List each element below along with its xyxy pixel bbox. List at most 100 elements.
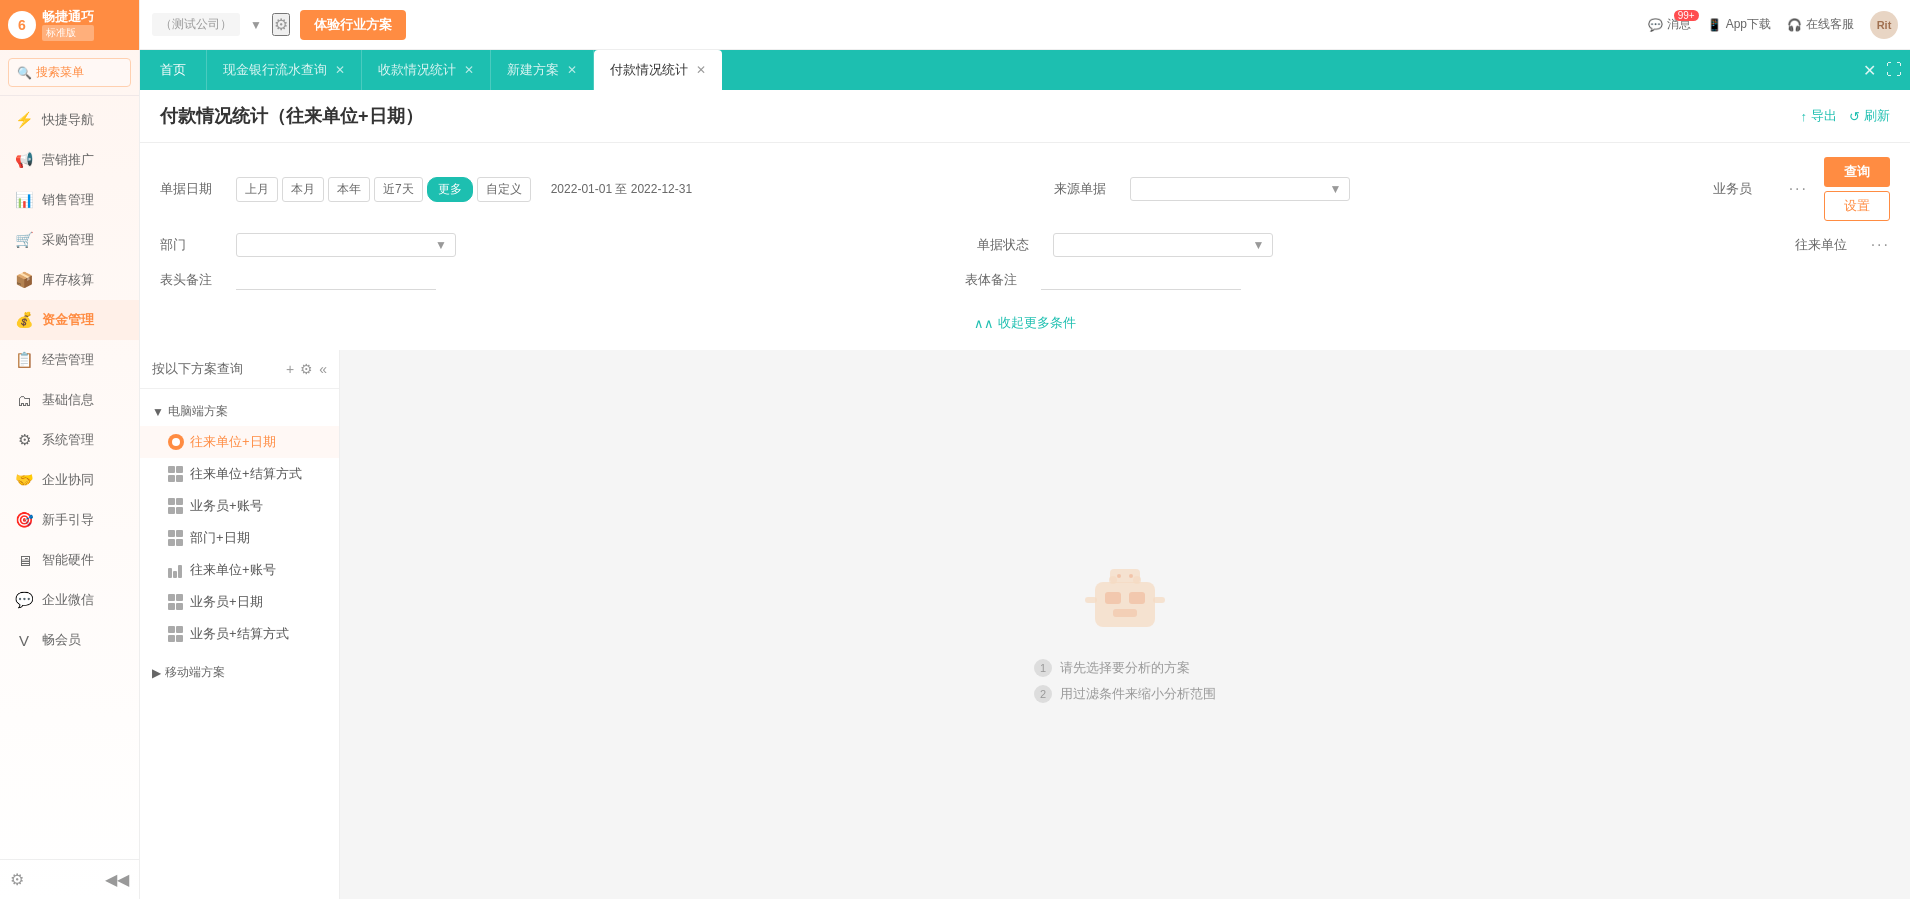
- search-icon: 🔍: [17, 66, 32, 80]
- collapse-conditions-button[interactable]: ∧∧ 收起更多条件: [974, 314, 1076, 332]
- scheme-item-partner-date[interactable]: 往来单位+日期: [140, 426, 339, 458]
- sidebar-item-quick-nav[interactable]: ⚡ 快捷导航: [0, 100, 139, 140]
- date-btn-this-month[interactable]: 本月: [282, 177, 324, 202]
- sidebar-item-marketing[interactable]: 📢 营销推广: [0, 140, 139, 180]
- partner-label: 往来单位: [1795, 236, 1855, 254]
- company-dropdown-icon[interactable]: ▼: [250, 18, 262, 32]
- date-label: 单据日期: [160, 180, 220, 198]
- tab-payment-stats-close[interactable]: ✕: [696, 63, 706, 77]
- tab-fullscreen-button[interactable]: ⛶: [1886, 61, 1902, 79]
- tab-home[interactable]: 首页: [140, 50, 207, 90]
- sidebar-item-purchase[interactable]: 🛒 采购管理: [0, 220, 139, 260]
- refresh-button[interactable]: ↺ 刷新: [1849, 107, 1890, 125]
- search-menu-button[interactable]: 🔍 搜索菜单: [8, 58, 131, 87]
- date-btn-last-7d[interactable]: 近7天: [374, 177, 423, 202]
- date-btn-this-year[interactable]: 本年: [328, 177, 370, 202]
- query-button[interactable]: 查询: [1824, 157, 1890, 187]
- body-area: 按以下方案查询 + ⚙ « ▼ 电脑端方案: [140, 350, 1910, 899]
- hint-number-1: 1: [1034, 659, 1052, 677]
- date-btn-last-month[interactable]: 上月: [236, 177, 278, 202]
- online-service-button[interactable]: 🎧 在线客服: [1787, 16, 1854, 33]
- trial-btn[interactable]: 体验行业方案: [300, 10, 406, 40]
- dept-select[interactable]: ▼: [236, 233, 456, 257]
- sidebar-settings-button[interactable]: ⚙: [10, 870, 24, 889]
- scheme-item-salesman-payment[interactable]: 业务员+结算方式: [140, 618, 339, 650]
- body-note-input[interactable]: [1041, 269, 1241, 290]
- sidebar-collapse-button[interactable]: ◀◀: [105, 870, 129, 889]
- filter-body-wrapper: 单据日期 上月 本月 本年 近7天 更多 自定义 2022-01-01 至 20…: [140, 143, 1910, 899]
- date-btn-custom[interactable]: 自定义: [477, 177, 531, 202]
- empty-state: 1 请先选择要分析的方案 2 用过滤条件来缩小分析范围: [1034, 547, 1216, 703]
- filter-section: 单据日期 上月 本月 本年 近7天 更多 自定义 2022-01-01 至 20…: [140, 143, 1910, 350]
- basic-icon: 🗂: [14, 390, 34, 410]
- scheme-desktop-title[interactable]: ▼ 电脑端方案: [140, 397, 339, 426]
- sidebar-item-basic[interactable]: 🗂 基础信息: [0, 380, 139, 420]
- tab-receipt-stats-close[interactable]: ✕: [464, 63, 474, 77]
- sidebar-item-wechat[interactable]: 💬 企业微信: [0, 580, 139, 620]
- purchase-icon: 🛒: [14, 230, 34, 250]
- svg-rect-4: [1085, 597, 1097, 603]
- company-info: （测试公司）: [152, 13, 240, 36]
- source-label: 来源单据: [1054, 180, 1114, 198]
- tab-receipt-stats[interactable]: 收款情况统计 ✕: [362, 50, 491, 90]
- phone-icon: 📱: [1707, 18, 1722, 32]
- date-btn-more[interactable]: 更多: [427, 177, 473, 202]
- export-button[interactable]: ↑ 导出: [1801, 107, 1838, 125]
- tab-payment-stats[interactable]: 付款情况统计 ✕: [594, 50, 722, 90]
- scheme-item-salesman-date[interactable]: 业务员+日期: [140, 586, 339, 618]
- partner-dots[interactable]: ···: [1871, 236, 1890, 254]
- sidebar-footer: ⚙ ◀◀: [0, 859, 139, 899]
- sidebar-item-guide[interactable]: 🎯 新手引导: [0, 500, 139, 540]
- scheme-settings-button[interactable]: ⚙: [300, 361, 313, 377]
- tab-new-plan-close[interactable]: ✕: [567, 63, 577, 77]
- scheme-collapse-button[interactable]: «: [319, 361, 327, 377]
- user-avatar[interactable]: Rit: [1870, 11, 1898, 39]
- hardware-icon: 🖥: [14, 550, 34, 570]
- scheme-panel: 按以下方案查询 + ⚙ « ▼ 电脑端方案: [140, 350, 340, 899]
- data-area: 1 请先选择要分析的方案 2 用过滤条件来缩小分析范围: [340, 350, 1910, 899]
- svg-rect-8: [1110, 569, 1140, 583]
- main-area: （测试公司） ▼ ⚙ 体验行业方案 💬 消息 99+ 📱 App下载 🎧 在线客…: [140, 0, 1910, 899]
- sidebar-nav: ⚡ 快捷导航 📢 营销推广 📊 销售管理 🛒 采购管理 📦 库存核算 💰 资金管…: [0, 96, 139, 859]
- tab-new-plan[interactable]: 新建方案 ✕: [491, 50, 594, 90]
- bill-status-select-arrow: ▼: [1252, 238, 1264, 252]
- header-note-input[interactable]: [236, 269, 436, 290]
- tab-bank-flow[interactable]: 现金银行流水查询 ✕: [207, 50, 362, 90]
- svg-rect-5: [1153, 597, 1165, 603]
- scheme-desktop-section: ▼ 电脑端方案 往来单位+日期: [140, 389, 339, 658]
- wechat-icon: 💬: [14, 590, 34, 610]
- scheme-grid-icon-2: [168, 498, 184, 514]
- topbar-gear-button[interactable]: ⚙: [272, 13, 290, 36]
- sidebar-item-hardware[interactable]: 🖥 智能硬件: [0, 540, 139, 580]
- tab-close-all-button[interactable]: ✕: [1863, 61, 1876, 80]
- topbar: （测试公司） ▼ ⚙ 体验行业方案 💬 消息 99+ 📱 App下载 🎧 在线客…: [140, 0, 1910, 50]
- salesman-dots[interactable]: ···: [1789, 180, 1808, 198]
- scheme-item-partner-account[interactable]: 往来单位+账号: [140, 554, 339, 586]
- tab-bank-flow-close[interactable]: ✕: [335, 63, 345, 77]
- source-select[interactable]: ▼: [1130, 177, 1350, 201]
- scheme-mobile-title[interactable]: ▶ 移动端方案: [140, 658, 339, 687]
- bill-status-select[interactable]: ▼: [1053, 233, 1273, 257]
- sidebar-item-operation[interactable]: 📋 经营管理: [0, 340, 139, 380]
- scheme-grid-icon-5: [168, 626, 184, 642]
- message-button[interactable]: 💬 消息 99+: [1648, 16, 1691, 33]
- scheme-add-button[interactable]: +: [286, 361, 294, 377]
- scheme-item-partner-payment[interactable]: 往来单位+结算方式: [140, 458, 339, 490]
- app-download-button[interactable]: 📱 App下载: [1707, 16, 1771, 33]
- message-icon: 💬: [1648, 18, 1663, 32]
- bill-status-label: 单据状态: [977, 236, 1037, 254]
- sidebar-item-system[interactable]: ⚙ 系统管理: [0, 420, 139, 460]
- body-note-label: 表体备注: [965, 271, 1025, 289]
- settings-button[interactable]: 设置: [1824, 191, 1890, 221]
- sales-icon: 📊: [14, 190, 34, 210]
- sidebar-item-finance[interactable]: 💰 资金管理: [0, 300, 139, 340]
- svg-rect-1: [1105, 592, 1121, 604]
- scheme-item-salesman-account[interactable]: 业务员+账号: [140, 490, 339, 522]
- empty-illustration: [1075, 547, 1175, 647]
- sidebar-item-member[interactable]: V 畅会员: [0, 620, 139, 660]
- scheme-item-dept-date[interactable]: 部门+日期: [140, 522, 339, 554]
- sidebar-item-inventory[interactable]: 📦 库存核算: [0, 260, 139, 300]
- system-icon: ⚙: [14, 430, 34, 450]
- sidebar-item-sales[interactable]: 📊 销售管理: [0, 180, 139, 220]
- sidebar-item-cooperation[interactable]: 🤝 企业协同: [0, 460, 139, 500]
